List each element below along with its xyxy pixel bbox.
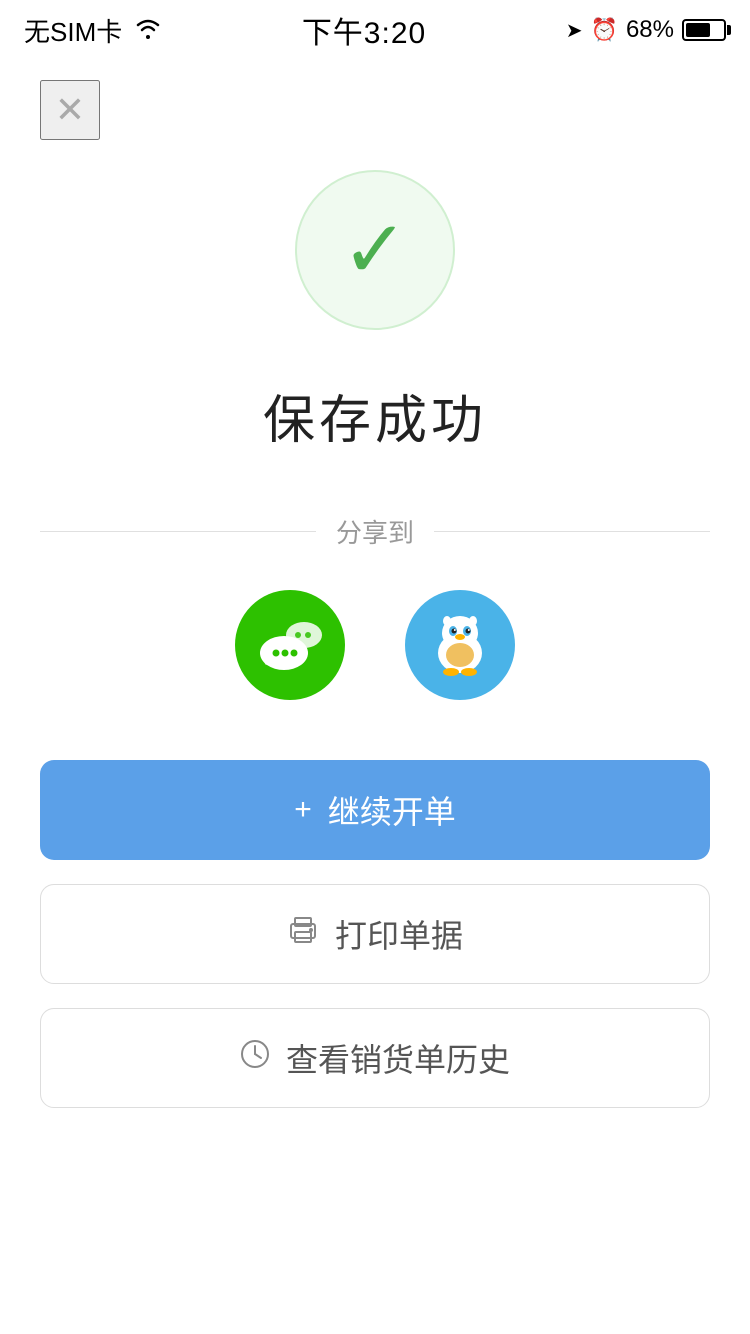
close-icon: ✕ <box>55 92 85 128</box>
share-divider-row: 分享到 <box>40 513 710 550</box>
status-right: ➤ ⏰ 68% <box>566 16 726 44</box>
close-button[interactable]: ✕ <box>40 80 100 140</box>
location-icon: ➤ <box>566 18 583 43</box>
print-button[interactable]: 打印单据 <box>40 884 710 984</box>
continue-button[interactable]: + 继续开单 <box>40 760 710 860</box>
checkmark-icon: ✓ <box>341 210 408 290</box>
qq-share-button[interactable] <box>405 590 515 700</box>
wechat-share-button[interactable] <box>235 590 345 700</box>
share-section: 分享到 <box>40 513 710 700</box>
actions-section: + 继续开单 打印单据 查看销货单历史 <box>40 760 710 1108</box>
battery-icon <box>682 19 726 41</box>
carrier-text: 无SIM卡 <box>24 12 122 49</box>
printer-icon <box>287 916 319 952</box>
wechat-icon <box>256 615 324 675</box>
status-time: 下午3:20 <box>302 8 426 52</box>
continue-label: 继续开单 <box>328 787 456 833</box>
status-left: 无SIM卡 <box>24 12 162 49</box>
success-title: 保存成功 <box>263 378 487 453</box>
plus-icon: + <box>294 793 312 827</box>
print-label: 打印单据 <box>335 911 463 957</box>
history-button[interactable]: 查看销货单历史 <box>40 1008 710 1108</box>
history-label: 查看销货单历史 <box>286 1035 510 1081</box>
wifi-icon <box>134 15 162 46</box>
clock-icon <box>240 1039 270 1077</box>
success-circle: ✓ <box>295 170 455 330</box>
share-icons-row <box>235 590 515 700</box>
divider-left <box>40 531 316 532</box>
main-content: ✕ ✓ 保存成功 分享到 <box>0 60 750 1334</box>
battery-percent: 68% <box>626 16 674 44</box>
divider-right <box>434 531 710 532</box>
alarm-icon: ⏰ <box>591 17 618 43</box>
status-bar: 无SIM卡 下午3:20 ➤ ⏰ 68% <box>0 0 750 60</box>
share-label: 分享到 <box>336 513 414 550</box>
qq-icon <box>427 611 493 679</box>
